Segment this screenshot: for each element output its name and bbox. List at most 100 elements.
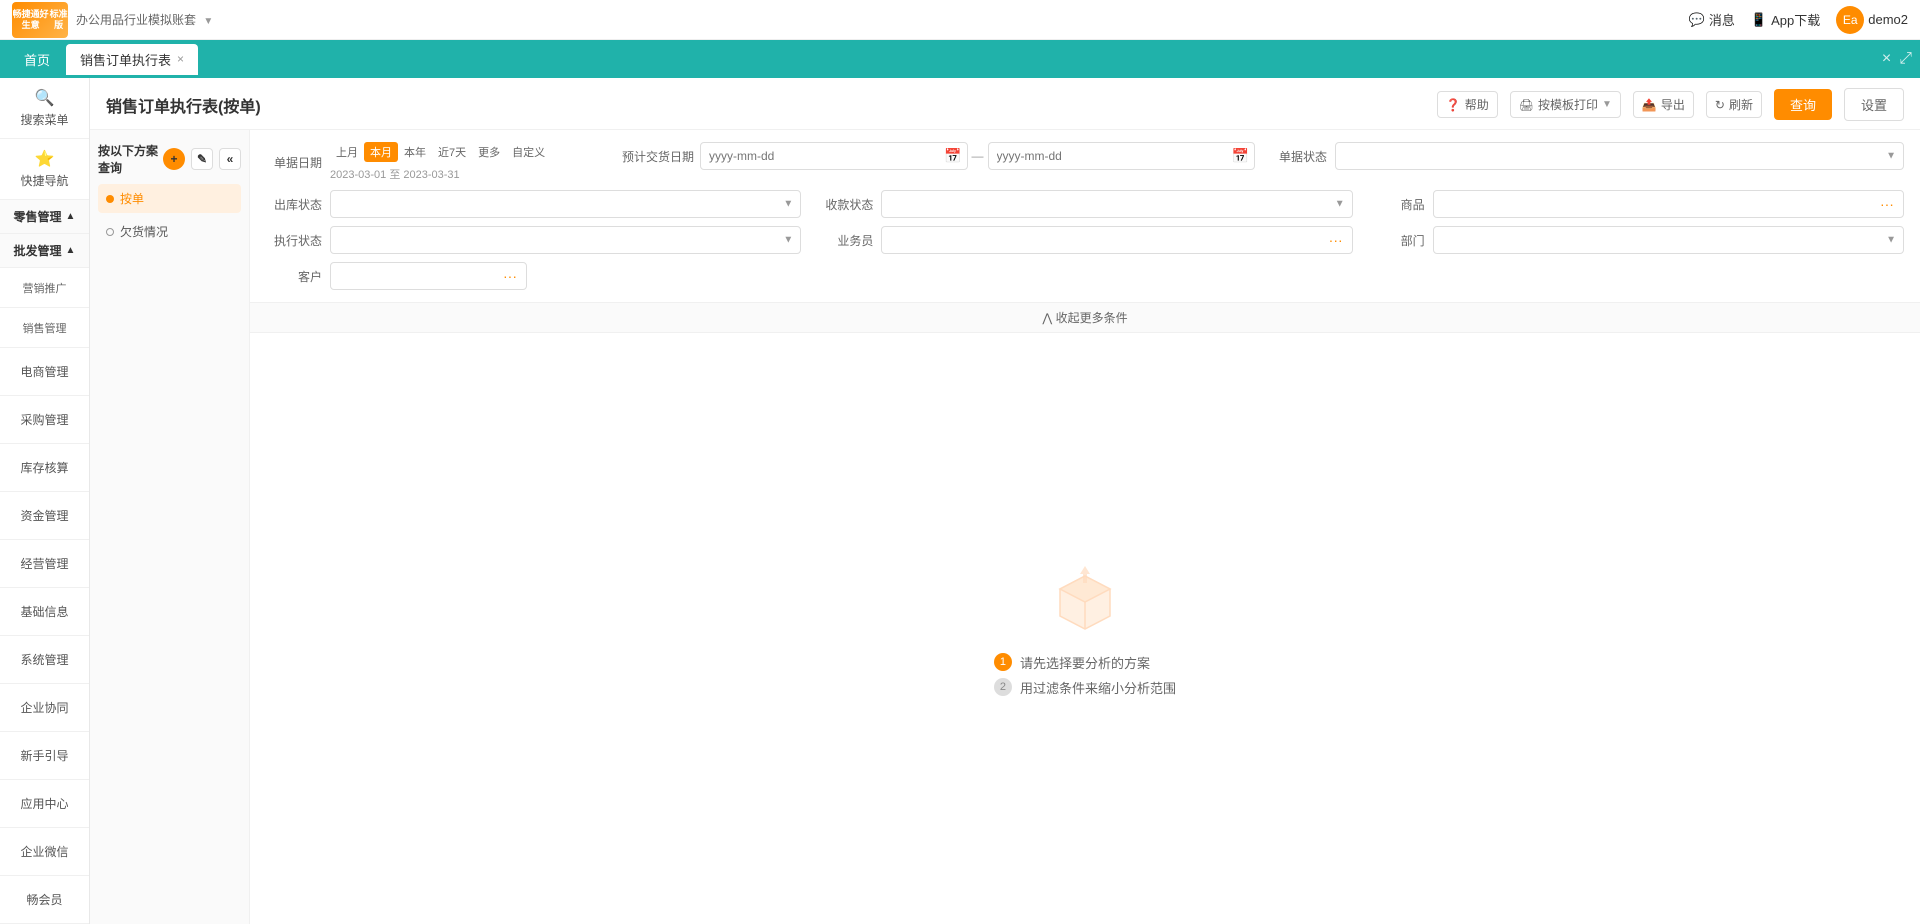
add-scheme-btn[interactable]: +	[163, 148, 185, 170]
goods-input[interactable]	[1433, 190, 1904, 218]
sidebar-item-marketing[interactable]: 营销推广	[0, 268, 89, 308]
sidebar-item-quick-nav[interactable]: ⭐ 快捷导航	[0, 139, 89, 200]
sidebar-section-wholesale[interactable]: 批发管理 ▲	[0, 234, 89, 268]
collapse-panel-btn[interactable]: «	[219, 148, 241, 170]
breadcrumb[interactable]: 办公用品行业模拟账套 ▼	[76, 11, 213, 28]
export-btn[interactable]: 📤 导出	[1633, 91, 1694, 118]
expected-date-range: 📅 — 📅	[700, 142, 1255, 170]
payment-select[interactable]	[881, 190, 1352, 218]
right-panel: 单据日期 上月 本月 本年 近7天 更多 自定义 20	[250, 130, 1920, 924]
dept-select[interactable]	[1433, 226, 1904, 254]
sidebar-item-search[interactable]: 🔍 搜索菜单	[0, 78, 89, 139]
status-filter-group: 单据状态 ▼	[1271, 142, 1904, 170]
customer-label: 客户	[266, 268, 322, 285]
date-filter-group: 单据日期 上月 本月 本年 近7天 更多 自定义 20	[266, 142, 606, 182]
expected-date-start[interactable]	[700, 142, 968, 170]
left-panel: 按以下方案查询 + ✎ «	[90, 130, 250, 924]
customer-input[interactable]	[330, 262, 527, 290]
exec-filter-group: 执行状态 ▼	[266, 226, 801, 254]
sidebar-item-newuser[interactable]: 新手引导	[0, 732, 89, 780]
customer-filter-group: 客户 ···	[266, 262, 527, 290]
goods-dots-btn[interactable]: ···	[1876, 196, 1898, 212]
window-maximize-btn[interactable]: ⤢	[1899, 50, 1912, 68]
date-tab-7days[interactable]: 近7天	[432, 142, 472, 162]
tabbar: 首页 销售订单执行表 × × ⤢	[0, 40, 1920, 78]
sidebar-item-sales[interactable]: 销售管理	[0, 308, 89, 348]
date-tabs: 上月 本月 本年 近7天 更多 自定义	[330, 142, 606, 162]
exec-select[interactable]	[330, 226, 801, 254]
shipment-select[interactable]	[330, 190, 801, 218]
left-panel-nav: 按单 欠货情况	[98, 184, 241, 246]
sidebar-item-ecommerce[interactable]: 电商管理	[0, 348, 89, 396]
date-filter-content: 上月 本月 本年 近7天 更多 自定义 2023-03-01 至 2023-03…	[330, 142, 606, 182]
main-layout: 🔍 搜索菜单 ⭐ 快捷导航 零售管理 ▲ 批发管理 ▲ 营销推广 销售管理 电商…	[0, 78, 1920, 924]
sidebar-item-wechat[interactable]: 企业微信	[0, 828, 89, 876]
nav-dot-active	[106, 195, 114, 203]
nav-item-order[interactable]: 按单	[98, 184, 241, 213]
export-icon: 📤	[1642, 98, 1657, 112]
filter-row-1: 单据日期 上月 本月 本年 近7天 更多 自定义 20	[266, 142, 1904, 182]
sidebar-item-inventory[interactable]: 库存核算	[0, 444, 89, 492]
sidebar-item-purchase[interactable]: 采购管理	[0, 396, 89, 444]
left-panel-icons: + ✎ «	[163, 148, 241, 170]
date-tab-custom[interactable]: 自定义	[506, 142, 551, 162]
edit-scheme-btn[interactable]: ✎	[191, 148, 213, 170]
sidebar-item-member[interactable]: 畅会员	[0, 876, 89, 924]
date-label: 单据日期	[266, 154, 322, 171]
date-tab-this-year[interactable]: 本年	[398, 142, 432, 162]
date-hint: 2023-03-01 至 2023-03-31	[330, 166, 606, 182]
date-separator: —	[972, 149, 984, 163]
salesperson-filter-group: 业务员 ···	[817, 226, 1352, 254]
filter-row-3: 执行状态 ▼ 业务员 ···	[266, 226, 1904, 254]
empty-icon-box	[1045, 561, 1125, 641]
sidebar-item-enterprise[interactable]: 企业协同	[0, 684, 89, 732]
salesperson-input[interactable]	[881, 226, 1352, 254]
payment-filter-group: 收款状态 ▼	[817, 190, 1352, 218]
refresh-btn[interactable]: ↻ 刷新	[1706, 91, 1762, 118]
topbar: 畅捷通好生意 标准版 办公用品行业模拟账套 ▼ 💬 消息 📱 App下载 Ea …	[0, 0, 1920, 40]
sidebar-item-system[interactable]: 系统管理	[0, 636, 89, 684]
app-download-btn[interactable]: 📱 App下载	[1751, 10, 1820, 29]
avatar: Ea	[1836, 6, 1864, 34]
tab-sales-order[interactable]: 销售订单执行表 ×	[66, 44, 198, 75]
nav-item-shortage[interactable]: 欠货情况	[98, 217, 241, 246]
search-icon: 🔍	[35, 88, 55, 108]
date-tab-this-month[interactable]: 本月	[364, 142, 398, 162]
message-icon: 💬	[1689, 12, 1705, 28]
collapse-bar[interactable]: ⋀ 收起更多条件	[250, 303, 1920, 333]
customer-dots-btn[interactable]: ···	[499, 268, 521, 284]
salesperson-label: 业务员	[817, 232, 873, 249]
status-label: 单据状态	[1271, 148, 1327, 165]
salesperson-dots-btn[interactable]: ···	[1325, 232, 1347, 248]
settings-button[interactable]: 设置	[1844, 88, 1904, 121]
sidebar-item-finance[interactable]: 资金管理	[0, 492, 89, 540]
content-area: 销售订单执行表(按单) ❓ 帮助 🖨 按模板打印 ▼ 📤 导出 ↻ 刷新	[90, 78, 1920, 924]
message-btn[interactable]: 💬 消息	[1689, 10, 1735, 29]
expected-date-end[interactable]	[988, 142, 1256, 170]
date-tab-more[interactable]: 更多	[472, 142, 506, 162]
calendar-end-icon[interactable]: 📅	[1232, 148, 1249, 165]
calendar-start-icon[interactable]: 📅	[944, 148, 961, 165]
left-panel-header: 按以下方案查询 + ✎ «	[98, 142, 241, 176]
tabbar-actions: × ⤢	[1882, 50, 1912, 68]
app-logo[interactable]: 畅捷通好生意 标准版	[12, 2, 68, 38]
dept-label: 部门	[1369, 232, 1425, 249]
expected-date-group: 预计交货日期 📅 — 📅	[622, 142, 1255, 170]
sidebar-section-retail[interactable]: 零售管理 ▲	[0, 200, 89, 234]
sidebar-item-operation[interactable]: 经营管理	[0, 540, 89, 588]
tab-close-btn[interactable]: ×	[177, 52, 184, 66]
date-tab-last-month[interactable]: 上月	[330, 142, 364, 162]
user-profile[interactable]: Ea demo2	[1836, 6, 1908, 34]
empty-tip-1: 1 请先选择要分析的方案	[994, 653, 1176, 672]
page-header: 销售订单执行表(按单) ❓ 帮助 🖨 按模板打印 ▼ 📤 导出 ↻ 刷新	[90, 78, 1920, 130]
print-btn[interactable]: 🖨 按模板打印 ▼	[1510, 91, 1621, 118]
status-select[interactable]	[1335, 142, 1904, 170]
dept-filter-group: 部门 ▼	[1369, 226, 1904, 254]
window-close-btn[interactable]: ×	[1882, 50, 1891, 68]
sidebar-item-apps[interactable]: 应用中心	[0, 780, 89, 828]
goods-label: 商品	[1369, 196, 1425, 213]
sidebar-item-basic[interactable]: 基础信息	[0, 588, 89, 636]
help-btn[interactable]: ❓ 帮助	[1437, 91, 1498, 118]
search-button[interactable]: 查询	[1774, 89, 1832, 120]
tab-home[interactable]: 首页	[8, 44, 66, 75]
